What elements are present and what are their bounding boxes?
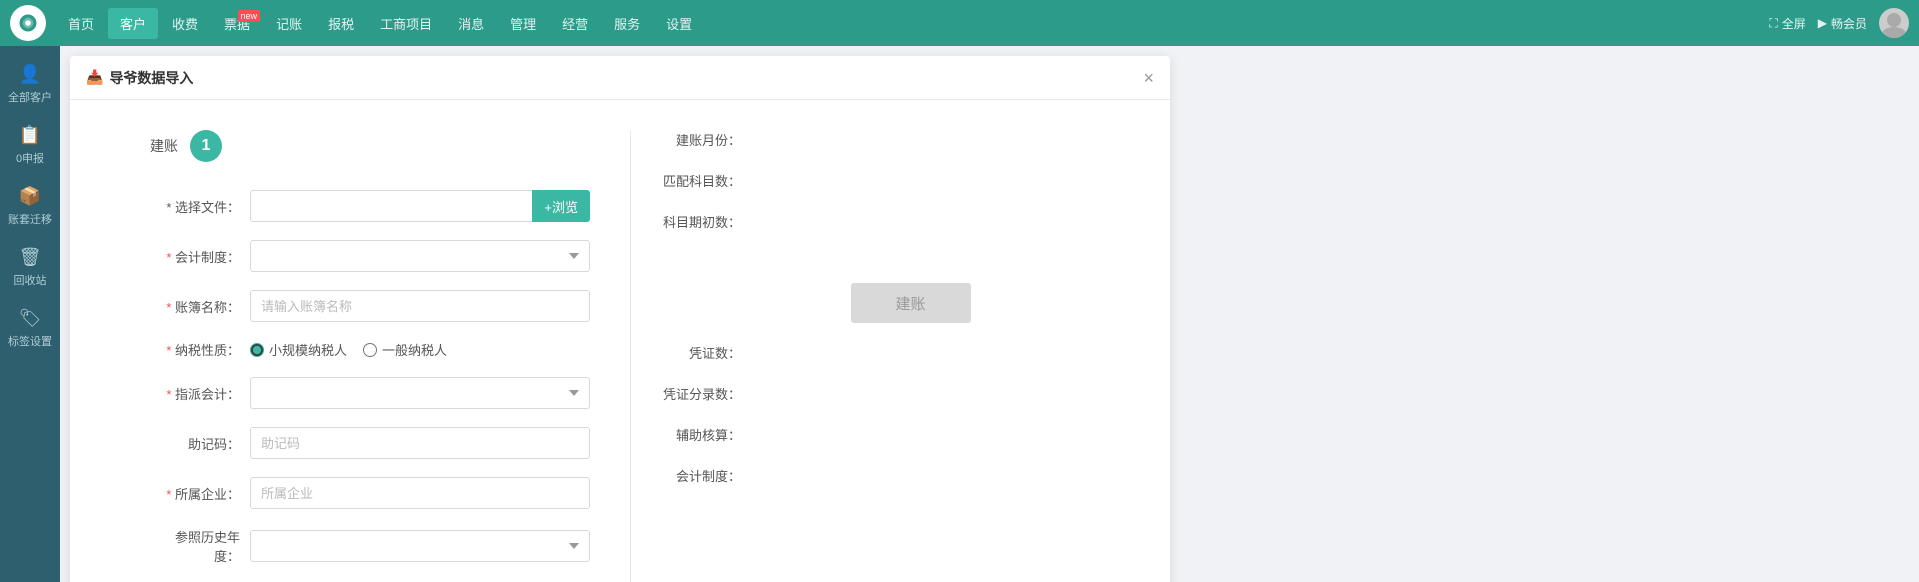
all-clients-icon: 👤 xyxy=(19,64,41,85)
nav-invoice[interactable]: 票据 new xyxy=(212,8,262,39)
main-content: 📥 导爷数据导入 × 建账 1 * 选择文件： xyxy=(60,46,1919,582)
member-btn[interactable]: ▶ 畅会员 xyxy=(1818,15,1867,32)
memo-code-input[interactable] xyxy=(250,427,590,459)
sidebar-item-account-migration[interactable]: 📦 账套迁移 xyxy=(0,176,60,237)
tax-type-label: 纳税性质： xyxy=(150,340,240,359)
nav-settings[interactable]: 设置 xyxy=(654,8,704,39)
sidebar-item-recycle[interactable]: 🗑 回收站 xyxy=(0,237,60,298)
right-accounting-system-row: 会计制度： xyxy=(651,466,1170,485)
declaration-icon: 📋 xyxy=(19,125,41,146)
accounting-system-label: 会计制度： xyxy=(150,247,240,266)
dialog-title: 导爷数据导入 xyxy=(109,68,193,88)
sidebar: 👤 全部客户 📋 0申报 📦 账套迁移 🗑 回收站 🏷 标签设置 xyxy=(0,46,60,582)
fullscreen-icon: ⛶ xyxy=(1769,16,1777,31)
form-left-panel: 建账 1 * 选择文件： +浏览 会计制度： xyxy=(70,130,630,582)
nav-manage[interactable]: 管理 xyxy=(498,8,548,39)
belong-company-label: 所属企业： xyxy=(150,484,240,503)
accounting-system-select[interactable] xyxy=(250,240,590,272)
file-input-group: +浏览 xyxy=(250,190,590,222)
dialog-header: 📥 导爷数据导入 xyxy=(70,56,1170,100)
tax-type-row: 纳税性质： 小规模纳税人 一般纳税人 xyxy=(150,340,590,359)
voucher-entries-row: 凭证分录数： xyxy=(651,384,1170,403)
ledger-name-row: 账簿名称： xyxy=(150,290,590,322)
ledger-name-label: 账簿名称： xyxy=(150,297,240,316)
nav-business[interactable]: 工商项目 xyxy=(368,8,444,39)
build-btn-wrap: 建账 xyxy=(651,253,1170,323)
assign-accountant-select[interactable] xyxy=(250,377,590,409)
form-right-panel: 建账月份： 匹配科目数： 科目期初数： 建账 xyxy=(630,130,1170,582)
top-navigation: 首页 客户 收费 票据 new 记账 报税 工商项目 消息 管理 经营 服务 设… xyxy=(0,0,1919,46)
build-month-label: 建账月份： xyxy=(651,130,741,149)
nav-fee[interactable]: 收费 xyxy=(160,8,210,39)
ref-year-label: 参照历史年度： xyxy=(150,527,240,565)
belong-company-row: 所属企业： xyxy=(150,477,590,509)
belong-company-input[interactable] xyxy=(250,477,590,509)
build-month-row: 建账月份： xyxy=(651,130,1170,149)
aux-accounting-label: 辅助核算： xyxy=(651,425,741,444)
ledger-name-input[interactable] xyxy=(250,290,590,322)
assign-accountant-label: 指派会计： xyxy=(150,384,240,403)
match-subject-row: 匹配科目数： xyxy=(651,171,1170,190)
memo-code-label: 助记码： xyxy=(150,434,240,453)
build-account-button[interactable]: 建账 xyxy=(851,283,971,323)
sidebar-item-all-clients[interactable]: 👤 全部客户 xyxy=(0,54,60,115)
import-dialog: 📥 导爷数据导入 × 建账 1 * 选择文件： xyxy=(70,56,1170,582)
step-indicator: 建账 1 xyxy=(150,130,590,162)
ref-year-select[interactable] xyxy=(250,530,590,562)
account-migration-icon: 📦 xyxy=(19,186,41,207)
accounting-system-row: 会计制度： xyxy=(150,240,590,272)
assign-accountant-row: 指派会计： xyxy=(150,377,590,409)
new-badge: new xyxy=(238,10,261,22)
memo-code-row: 助记码： xyxy=(150,427,590,459)
right-accounting-system-label: 会计制度： xyxy=(651,466,741,485)
tag-settings-icon: 🏷 xyxy=(19,308,42,329)
step-circle: 1 xyxy=(190,130,222,162)
nav-right-area: ⛶ 全屏 ▶ 畅会员 xyxy=(1769,8,1909,38)
tax-general-radio[interactable] xyxy=(363,343,377,357)
nav-tax[interactable]: 报税 xyxy=(316,8,366,39)
browse-button[interactable]: +浏览 xyxy=(532,190,590,222)
file-text-input[interactable] xyxy=(250,190,532,222)
nav-service[interactable]: 服务 xyxy=(602,8,652,39)
match-subject-label: 匹配科目数： xyxy=(651,171,741,190)
main-layout: 👤 全部客户 📋 0申报 📦 账套迁移 🗑 回收站 🏷 标签设置 📥 导爷数据导… xyxy=(0,46,1919,582)
voucher-entries-label: 凭证分录数： xyxy=(651,384,741,403)
dialog-close-button[interactable]: × xyxy=(1143,68,1154,89)
nav-message[interactable]: 消息 xyxy=(446,8,496,39)
ref-year-row: 参照历史年度： xyxy=(150,527,590,565)
file-label: * 选择文件： xyxy=(150,197,240,216)
user-avatar[interactable] xyxy=(1879,8,1909,38)
subject-init-row: 科目期初数： xyxy=(651,212,1170,231)
file-row: * 选择文件： +浏览 xyxy=(150,190,590,222)
app-logo[interactable] xyxy=(10,5,46,41)
play-icon: ▶ xyxy=(1818,16,1827,30)
tax-general[interactable]: 一般纳税人 xyxy=(363,340,447,359)
voucher-count-row: 凭证数： xyxy=(651,343,1170,362)
tax-small-label: 小规模纳税人 xyxy=(269,340,347,359)
nav-operation[interactable]: 经营 xyxy=(550,8,600,39)
nav-home[interactable]: 首页 xyxy=(56,8,106,39)
tax-radio-group: 小规模纳税人 一般纳税人 xyxy=(250,340,447,359)
step-label: 建账 xyxy=(150,136,178,156)
tax-small-radio[interactable] xyxy=(250,343,264,357)
tax-general-label: 一般纳税人 xyxy=(382,340,447,359)
recycle-icon: 🗑 xyxy=(19,247,42,268)
fullscreen-btn[interactable]: ⛶ 全屏 xyxy=(1769,15,1805,32)
voucher-count-label: 凭证数： xyxy=(651,343,741,362)
nav-menu: 首页 客户 收费 票据 new 记账 报税 工商项目 消息 管理 经营 服务 设… xyxy=(56,8,1769,39)
sidebar-item-tag-settings[interactable]: 🏷 标签设置 xyxy=(0,298,60,359)
subject-init-label: 科目期初数： xyxy=(651,212,741,231)
nav-client[interactable]: 客户 xyxy=(108,8,158,39)
nav-account[interactable]: 记账 xyxy=(264,8,314,39)
sidebar-item-declaration[interactable]: 📋 0申报 xyxy=(0,115,60,176)
form-area: 建账 1 * 选择文件： +浏览 会计制度： xyxy=(70,100,1170,582)
aux-accounting-row: 辅助核算： xyxy=(651,425,1170,444)
tax-small-scale[interactable]: 小规模纳税人 xyxy=(250,340,347,359)
dialog-header-icon: 📥 xyxy=(86,69,103,86)
